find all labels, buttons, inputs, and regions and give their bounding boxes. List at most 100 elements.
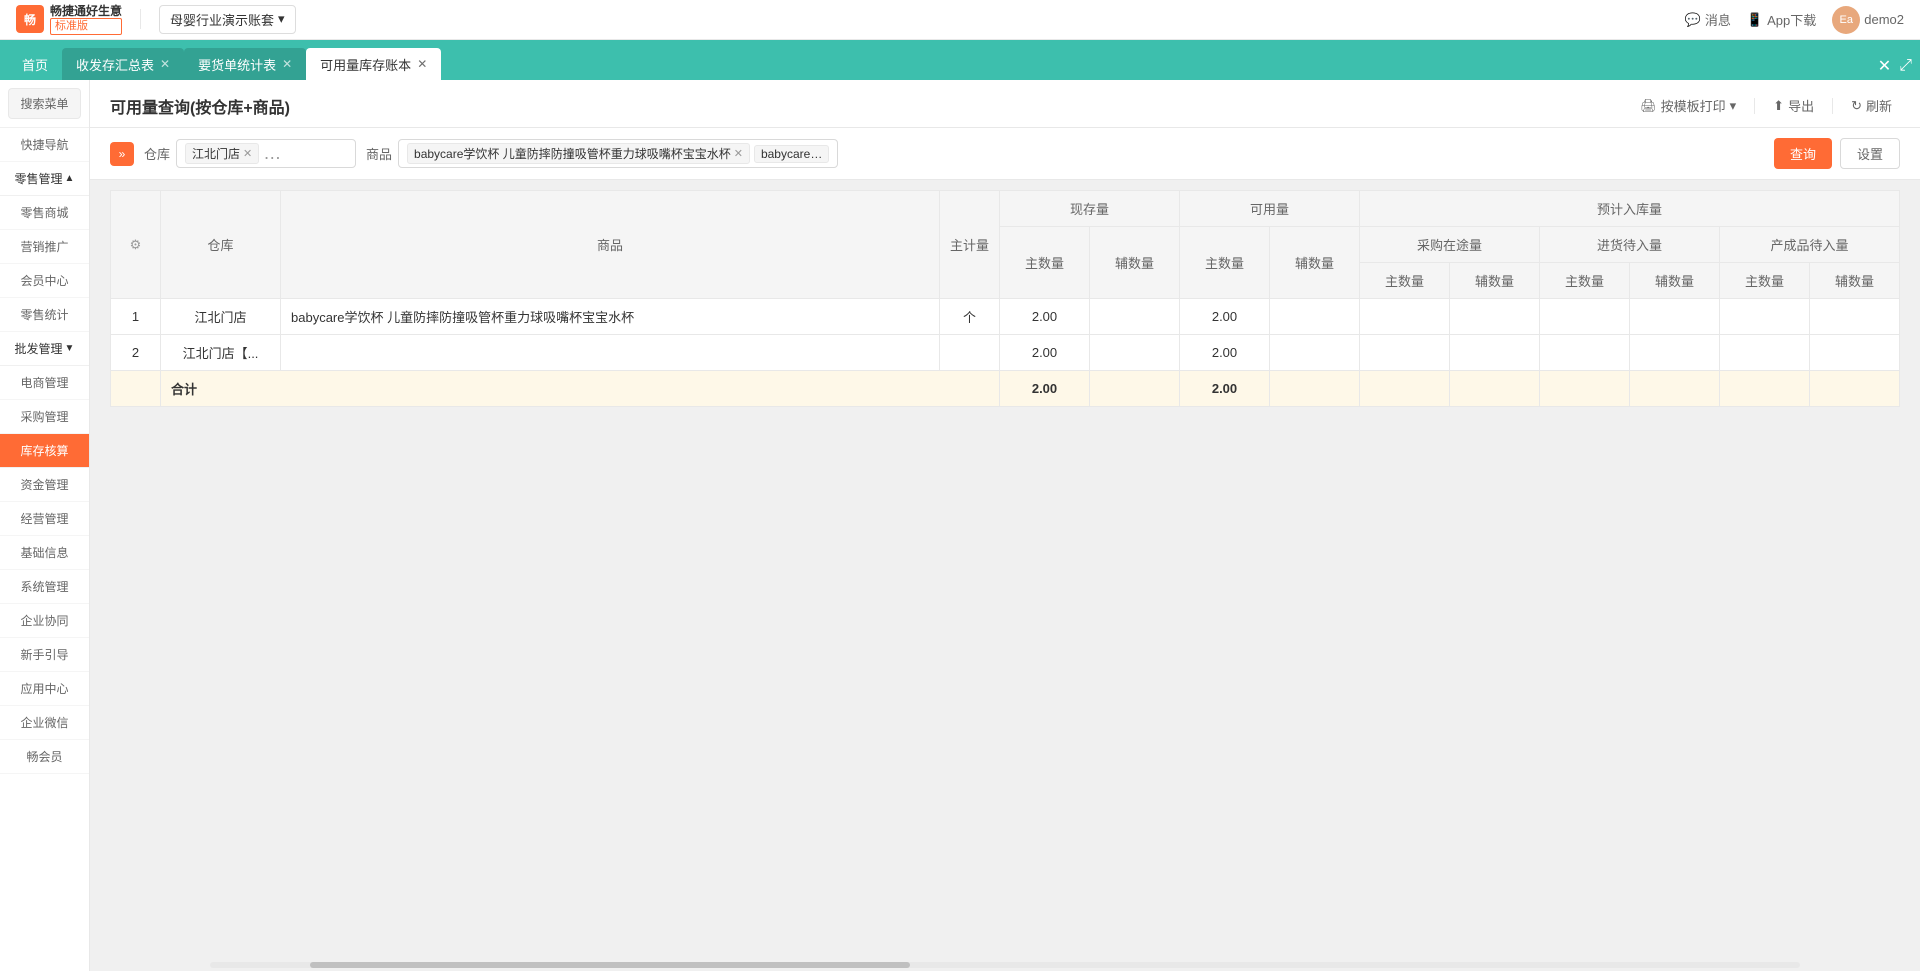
message-icon: 💬 (1685, 12, 1701, 28)
user-menu[interactable]: Ea demo2 (1832, 6, 1904, 34)
template-badge: 标准版 (50, 18, 122, 35)
sidebar-item-newbie[interactable]: 新手引导 (0, 638, 89, 672)
sidebar-item-enterprise-wechat[interactable]: 企业微信 (0, 706, 89, 740)
close-all-icon[interactable]: ✕ (1878, 56, 1891, 76)
tab-available[interactable]: 可用量库存账本 ✕ (306, 48, 441, 80)
product-tag1-close[interactable]: ✕ (734, 147, 743, 160)
th-stock-aux: 辅数量 (1090, 227, 1180, 299)
sidebar-item-retail-stat[interactable]: 零售统计 (0, 298, 89, 332)
print-dropdown-icon: ▾ (1730, 98, 1737, 114)
sidebar-item-wholesale[interactable]: 批发管理 ▼ (0, 332, 89, 366)
tab-order[interactable]: 要货单统计表 ✕ (184, 48, 306, 80)
cell-available-main-2: 2.00 (1180, 335, 1270, 371)
filter-actions: 查询 设置 (1774, 138, 1900, 169)
tab-available-label: 可用量库存账本 (320, 55, 411, 74)
export-btn[interactable]: ⬆ 导出 (1765, 92, 1822, 119)
settings-btn[interactable]: 设置 (1840, 138, 1900, 169)
footer-purchase-aux (1450, 371, 1540, 407)
product-filter: 商品 babycare学饮杯 儿童防摔防撞吸管杯重力球吸嘴杯宝宝水杯 ✕ bab… (366, 139, 838, 168)
template-print-btn[interactable]: 🖨 按模板打印 ▾ (1632, 92, 1744, 119)
th-unit: 主计量 (939, 191, 999, 299)
th-inbound-group: 进货待入量 (1540, 227, 1720, 263)
cell-purchase-main-1 (1360, 299, 1450, 335)
tab-receipt-label: 收发存汇总表 (76, 55, 154, 74)
expand-btn[interactable]: » (110, 142, 134, 166)
cell-unit-2 (939, 335, 999, 371)
footer-available-main: 2.00 (1180, 371, 1270, 407)
export-icon: ⬆ (1773, 98, 1784, 114)
search-menu-btn[interactable]: 搜索菜单 (8, 88, 81, 119)
th-purchase-aux: 辅数量 (1450, 263, 1540, 299)
table-footer-row: 合计 2.00 2.00 (111, 371, 1900, 407)
page-title: 可用量查询(按仓库+商品) (110, 94, 290, 118)
cell-product-1: babycare学饮杯 儿童防摔防撞吸管杯重力球吸嘴杯宝宝水杯 (281, 299, 940, 335)
cell-production-aux-1 (1810, 299, 1900, 335)
expand-icon[interactable]: ⤢ (1899, 57, 1912, 75)
th-production-group: 产成品待入量 (1720, 227, 1900, 263)
sidebar-item-system[interactable]: 系统管理 (0, 570, 89, 604)
th-settings[interactable]: ⚙ (111, 191, 161, 299)
tab-available-close[interactable]: ✕ (417, 57, 427, 71)
export-label: 导出 (1788, 96, 1814, 115)
cell-purchase-aux-2 (1450, 335, 1540, 371)
sidebar-item-app-center[interactable]: 应用中心 (0, 672, 89, 706)
tab-receipt[interactable]: 收发存汇总表 ✕ (62, 48, 184, 80)
th-warehouse: 仓库 (161, 191, 281, 299)
product-tag1: babycare学饮杯 儿童防摔防撞吸管杯重力球吸嘴杯宝宝水杯 ✕ (407, 143, 750, 164)
footer-stock-main: 2.00 (1000, 371, 1090, 407)
footer-purchase-main (1360, 371, 1450, 407)
sidebar-item-retail-mall[interactable]: 零售商城 (0, 196, 89, 230)
cell-seq-1: 1 (111, 299, 161, 335)
sidebar-item-member[interactable]: 会员中心 (0, 264, 89, 298)
sidebar-item-basic[interactable]: 基础信息 (0, 536, 89, 570)
cell-purchase-aux-1 (1450, 299, 1540, 335)
sidebar-search: 搜索菜单 (0, 80, 89, 128)
query-btn[interactable]: 查询 (1774, 138, 1832, 169)
refresh-btn[interactable]: ↻ 刷新 (1843, 92, 1900, 119)
app-download-action[interactable]: 📱 App下载 (1747, 10, 1816, 29)
scroll-thumb[interactable] (310, 962, 910, 968)
warehouse-tag-text: 江北门店 (192, 145, 240, 162)
cell-unit-1: 个 (939, 299, 999, 335)
sidebar-item-quick-nav[interactable]: 快捷导航 (0, 128, 89, 162)
warehouse-input[interactable]: 江北门店 ✕ … (176, 139, 356, 168)
footer-production-main (1720, 371, 1810, 407)
footer-inbound-aux (1630, 371, 1720, 407)
tab-controls: ✕ ⤢ (1878, 56, 1912, 80)
cell-product-2 (281, 335, 940, 371)
sidebar-item-ecom[interactable]: 电商管理 (0, 366, 89, 400)
filter-area: » 仓库 江北门店 ✕ … 商品 babycare学饮杯 儿童防摔防撞吸管杯重力… (90, 128, 1920, 180)
warehouse-more[interactable]: … (263, 143, 281, 164)
industry-selector[interactable]: 母婴行业演示账套 ▾ (159, 5, 296, 34)
th-planned-group: 预计入库量 (1360, 191, 1900, 227)
th-available-group: 可用量 (1180, 191, 1360, 227)
sidebar-item-marketing[interactable]: 营销推广 (0, 230, 89, 264)
th-purchase-group: 采购在途量 (1360, 227, 1540, 263)
warehouse-tag-close[interactable]: ✕ (243, 147, 252, 160)
bottom-scroll[interactable] (90, 959, 1920, 971)
sidebar-item-inventory[interactable]: 库存核算 (0, 434, 89, 468)
product-input[interactable]: babycare学饮杯 儿童防摔防撞吸管杯重力球吸嘴杯宝宝水杯 ✕ babyca… (398, 139, 838, 168)
cell-stock-aux-2 (1090, 335, 1180, 371)
refresh-label: 刷新 (1866, 96, 1892, 115)
sidebar-item-purchase[interactable]: 采购管理 (0, 400, 89, 434)
th-available-aux: 辅数量 (1270, 227, 1360, 299)
sidebar-item-finance[interactable]: 资金管理 (0, 468, 89, 502)
cell-production-aux-2 (1810, 335, 1900, 371)
dropdown-icon: ▾ (278, 11, 285, 27)
sidebar-item-enterprise[interactable]: 企业协同 (0, 604, 89, 638)
tab-receipt-close[interactable]: ✕ (160, 57, 170, 71)
sidebar-item-ops[interactable]: 经营管理 (0, 502, 89, 536)
message-action[interactable]: 💬 消息 (1685, 10, 1731, 29)
sidebar-item-member2[interactable]: 畅会员 (0, 740, 89, 774)
settings-icon[interactable]: ⚙ (130, 237, 142, 252)
footer-empty1 (111, 371, 161, 407)
tab-home[interactable]: 首页 (8, 48, 62, 80)
footer-inbound-main (1540, 371, 1630, 407)
tab-order-close[interactable]: ✕ (282, 57, 292, 71)
message-label: 消息 (1705, 10, 1731, 29)
th-production-aux: 辅数量 (1810, 263, 1900, 299)
cell-available-aux-2 (1270, 335, 1360, 371)
sidebar-item-retail[interactable]: 零售管理 ▲ (0, 162, 89, 196)
footer-production-aux (1810, 371, 1900, 407)
